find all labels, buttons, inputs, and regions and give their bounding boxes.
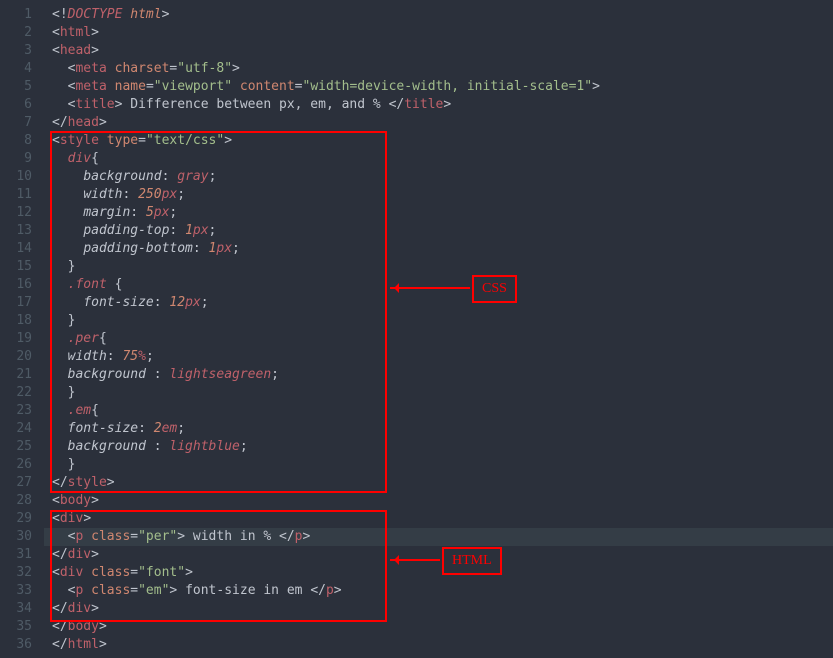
line-number: 2	[8, 24, 32, 42]
line-number: 7	[8, 114, 32, 132]
code-line[interactable]: font-size: 2em;	[44, 420, 833, 438]
line-number: 29	[8, 510, 32, 528]
line-number: 35	[8, 618, 32, 636]
html-arrow	[390, 559, 440, 561]
line-number: 32	[8, 564, 32, 582]
line-number: 11	[8, 186, 32, 204]
line-number: 19	[8, 330, 32, 348]
line-number: 34	[8, 600, 32, 618]
code-line[interactable]: .per{	[44, 330, 833, 348]
code-line[interactable]: </body>	[44, 618, 833, 636]
code-line[interactable]: }	[44, 258, 833, 276]
line-number: 10	[8, 168, 32, 186]
code-line[interactable]: <meta name="viewport" content="width=dev…	[44, 78, 833, 96]
line-number: 16	[8, 276, 32, 294]
line-number: 9	[8, 150, 32, 168]
code-line[interactable]: <p class="em"> font-size in em </p>	[44, 582, 833, 600]
line-number: 21	[8, 366, 32, 384]
code-line[interactable]: </div>	[44, 546, 833, 564]
code-line[interactable]: }	[44, 312, 833, 330]
code-line[interactable]: .em{	[44, 402, 833, 420]
code-line[interactable]: <style type="text/css">	[44, 132, 833, 150]
code-line[interactable]: </div>	[44, 600, 833, 618]
code-line[interactable]: <head>	[44, 42, 833, 60]
line-number: 22	[8, 384, 32, 402]
line-number: 3	[8, 42, 32, 60]
html-label: HTML	[442, 547, 502, 575]
line-number: 36	[8, 636, 32, 654]
line-number: 31	[8, 546, 32, 564]
line-number: 15	[8, 258, 32, 276]
code-line[interactable]: }	[44, 456, 833, 474]
line-number: 33	[8, 582, 32, 600]
code-line[interactable]: background : lightblue;	[44, 438, 833, 456]
code-line[interactable]: div{	[44, 150, 833, 168]
code-line[interactable]: </style>	[44, 474, 833, 492]
line-number: 26	[8, 456, 32, 474]
code-line[interactable]: <div class="font">	[44, 564, 833, 582]
code-line[interactable]: font-size: 12px;	[44, 294, 833, 312]
css-arrow	[390, 287, 470, 289]
code-line[interactable]: padding-bottom: 1px;	[44, 240, 833, 258]
line-number: 6	[8, 96, 32, 114]
line-number: 13	[8, 222, 32, 240]
code-line[interactable]: <body>	[44, 492, 833, 510]
line-number: 8	[8, 132, 32, 150]
code-line[interactable]: <p class="per"> width in % </p>	[44, 528, 833, 546]
line-number: 20	[8, 348, 32, 366]
code-line[interactable]: background: gray;	[44, 168, 833, 186]
line-number: 25	[8, 438, 32, 456]
line-number: 4	[8, 60, 32, 78]
code-line[interactable]: background : lightseagreen;	[44, 366, 833, 384]
line-number: 28	[8, 492, 32, 510]
code-line[interactable]: <meta charset="utf-8">	[44, 60, 833, 78]
code-line[interactable]: </html>	[44, 636, 833, 654]
line-number: 12	[8, 204, 32, 222]
code-line[interactable]: <!DOCTYPE html>	[44, 6, 833, 24]
code-line[interactable]: <div>	[44, 510, 833, 528]
gutter: 1234567891011121314151617181920212223242…	[0, 0, 44, 658]
line-number: 23	[8, 402, 32, 420]
line-number: 30	[8, 528, 32, 546]
line-number: 17	[8, 294, 32, 312]
code-line[interactable]: margin: 5px;	[44, 204, 833, 222]
code-line[interactable]: padding-top: 1px;	[44, 222, 833, 240]
line-number: 5	[8, 78, 32, 96]
code-line[interactable]: width: 250px;	[44, 186, 833, 204]
code-line[interactable]: width: 75%;	[44, 348, 833, 366]
line-number: 14	[8, 240, 32, 258]
line-number: 27	[8, 474, 32, 492]
code-line[interactable]: <html>	[44, 24, 833, 42]
code-line[interactable]: </head>	[44, 114, 833, 132]
line-number: 24	[8, 420, 32, 438]
code-line[interactable]: <title> Difference between px, em, and %…	[44, 96, 833, 114]
code-line[interactable]: }	[44, 384, 833, 402]
line-number: 1	[8, 6, 32, 24]
css-label: CSS	[472, 275, 517, 303]
line-number: 18	[8, 312, 32, 330]
code-line[interactable]: .font {	[44, 276, 833, 294]
